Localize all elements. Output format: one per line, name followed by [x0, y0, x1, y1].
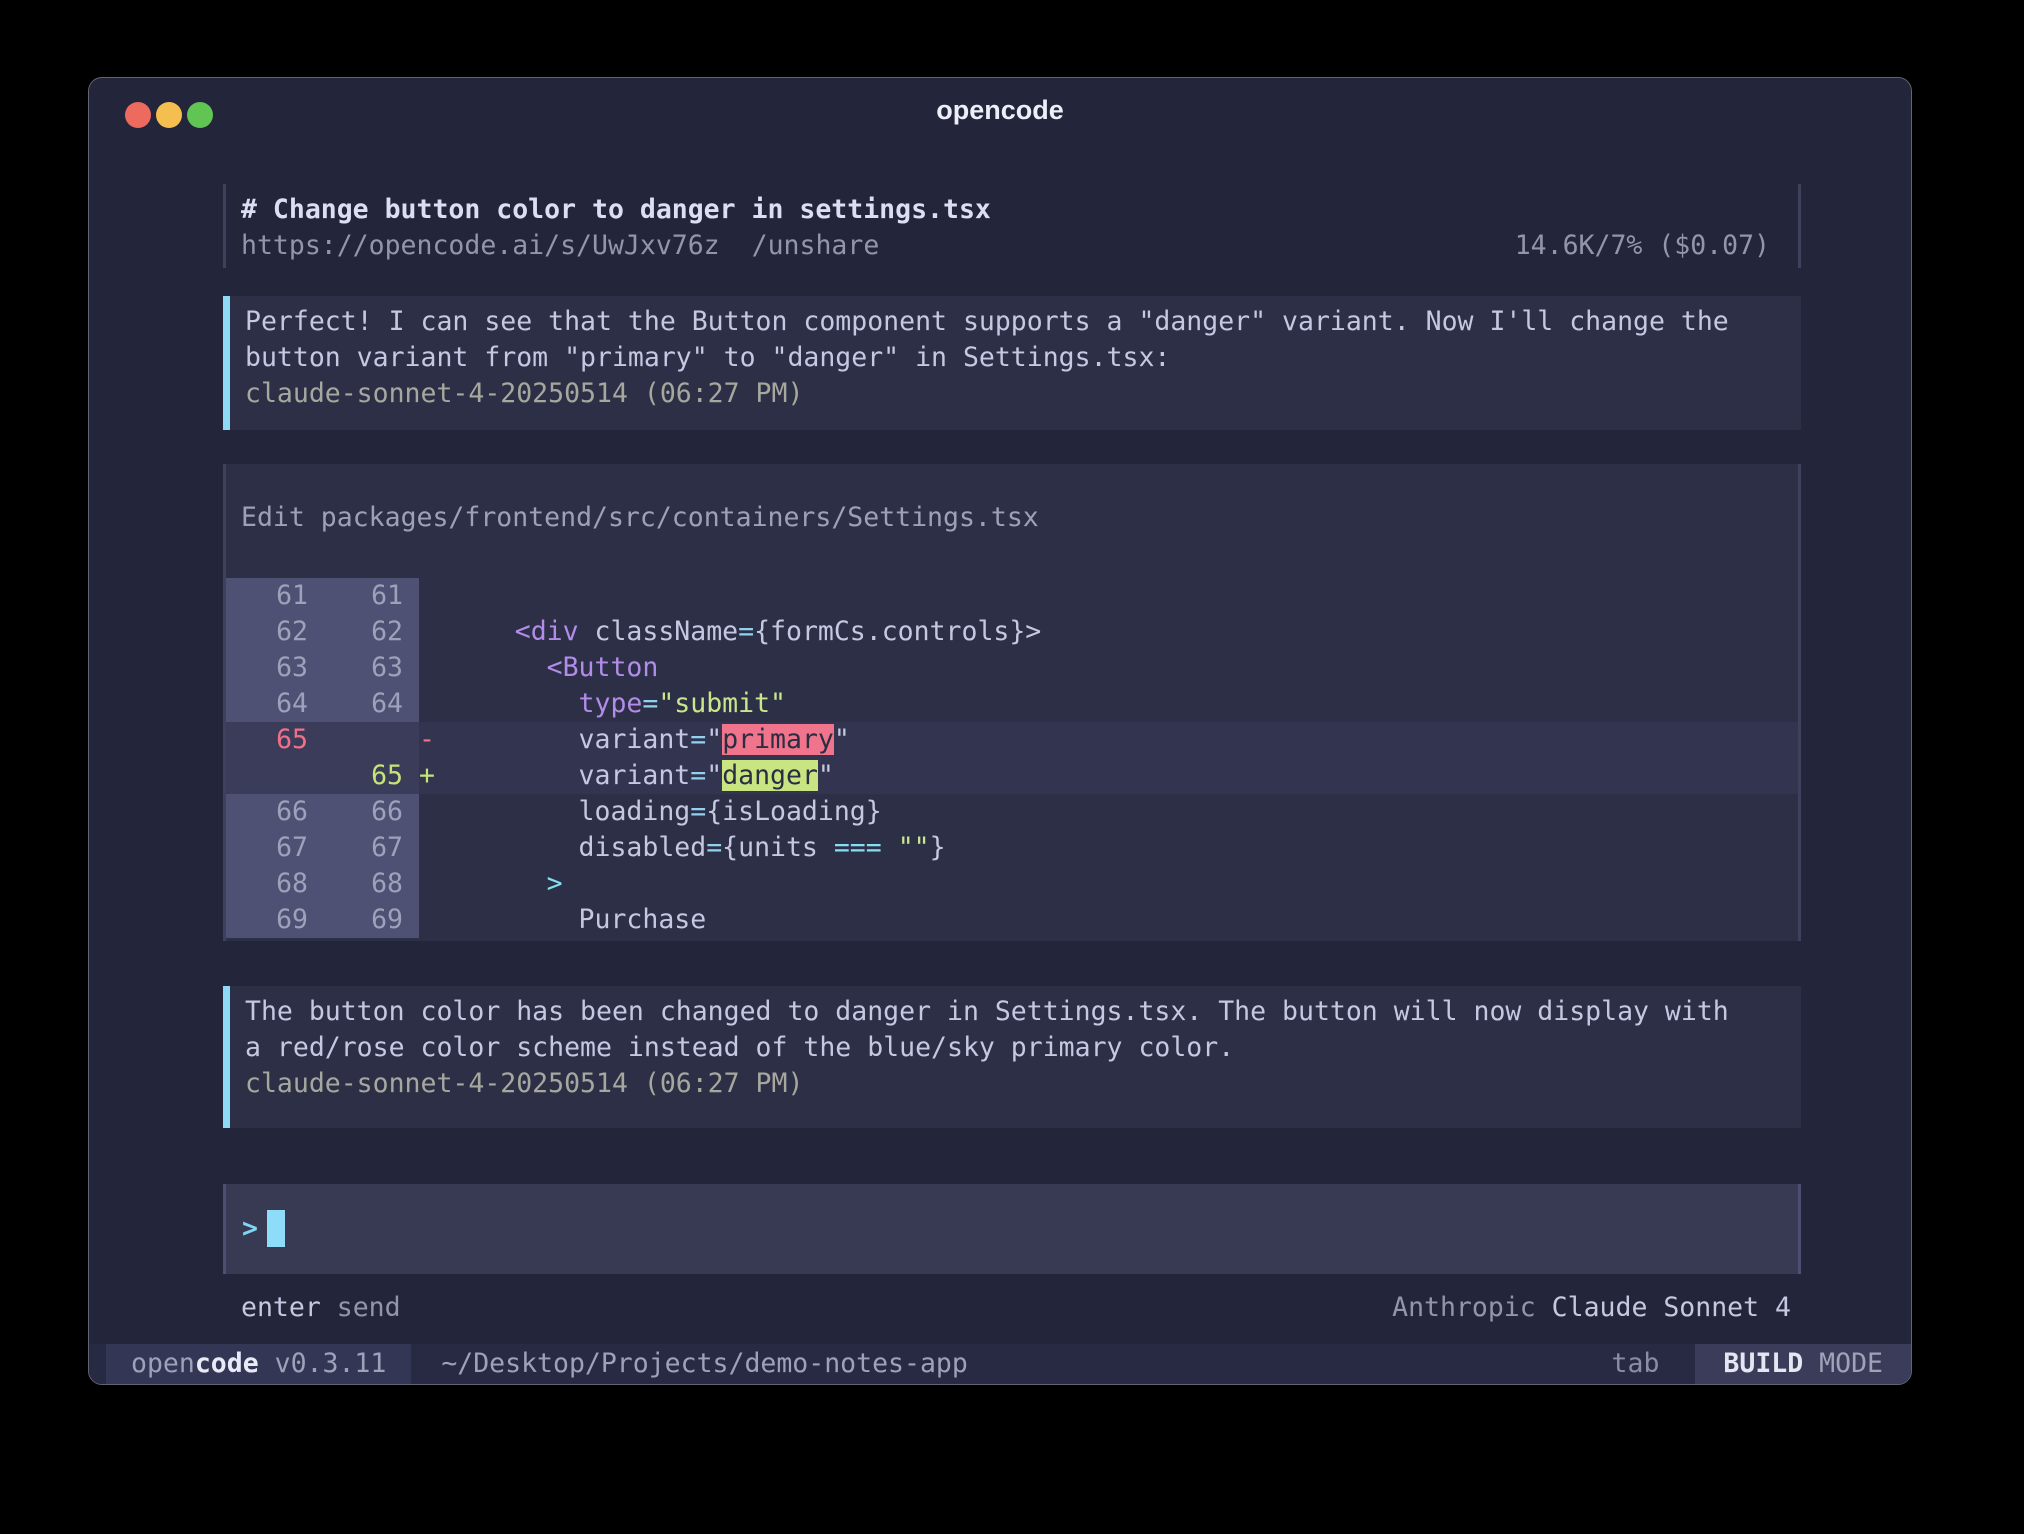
text-cursor — [267, 1210, 285, 1247]
diff-code-line: + variant="danger" — [419, 758, 1798, 794]
old-line-number: 61 — [226, 578, 322, 614]
new-line-number: 64 — [322, 686, 419, 722]
old-line-number: 62 — [226, 614, 322, 650]
diff-code-line: <Button — [419, 650, 1798, 686]
edit-action: Edit — [241, 502, 305, 533]
prompt-input[interactable]: > — [223, 1184, 1801, 1274]
model-label: Claude Sonnet 4 — [1552, 1292, 1791, 1323]
hint-bar: enter send Anthropic Claude Sonnet 4 — [223, 1290, 1801, 1326]
new-line-number: 65 — [322, 758, 419, 794]
diff-row: 6363 <Button — [226, 650, 1798, 686]
opencode-window: opencode # Change button color to danger… — [88, 77, 1912, 1385]
old-line-number: 63 — [226, 650, 322, 686]
old-line-number: 66 — [226, 794, 322, 830]
tab-key-hint[interactable]: tab — [1612, 1344, 1660, 1384]
model-timestamp: claude-sonnet-4-20250514 (06:27 PM) — [245, 376, 1781, 412]
diff: 6161 6262 <div className={formCs.control… — [226, 578, 1798, 938]
diff-code-line — [419, 578, 1798, 614]
old-line-number: 64 — [226, 686, 322, 722]
diff-row: 6161 — [226, 578, 1798, 614]
diff-code-line: type="submit" — [419, 686, 1798, 722]
old-line-number — [226, 758, 322, 794]
new-line-number: 62 — [322, 614, 419, 650]
diff-row: 65 - variant="primary" — [226, 722, 1798, 758]
window-title: opencode — [89, 78, 1911, 142]
assistant-message[interactable]: Perfect! I can see that the Button compo… — [223, 296, 1801, 430]
diff-row: 6666 loading={isLoading} — [226, 794, 1798, 830]
new-line-number: 67 — [322, 830, 419, 866]
status-bar: opencode v0.3.11 ~/Desktop/Projects/demo… — [89, 1344, 1911, 1384]
diff-code-line: <div className={formCs.controls}> — [419, 614, 1798, 650]
old-line-number: 67 — [226, 830, 322, 866]
session-header: # Change button color to danger in setti… — [223, 184, 1801, 268]
enter-key-hint: enter — [241, 1292, 321, 1323]
message-text: Perfect! I can see that the Button compo… — [245, 304, 1781, 340]
title-bar: opencode — [89, 78, 1911, 142]
new-line-number: 66 — [322, 794, 419, 830]
edit-file-path: packages/frontend/src/containers/Setting… — [321, 502, 1039, 533]
working-directory: ~/Desktop/Projects/demo-notes-app — [441, 1344, 968, 1384]
diff-code-line: loading={isLoading} — [419, 794, 1798, 830]
new-line-number: 61 — [322, 578, 419, 614]
prompt-symbol: > — [242, 1210, 258, 1247]
edit-tool-card: Edit packages/frontend/src/containers/Se… — [223, 464, 1801, 941]
assistant-message[interactable]: The button color has been changed to dan… — [223, 986, 1801, 1128]
session-title: # Change button color to danger in setti… — [241, 192, 1770, 228]
new-line-number: 68 — [322, 866, 419, 902]
model-timestamp: claude-sonnet-4-20250514 (06:27 PM) — [245, 1066, 1781, 1102]
new-line-number: 63 — [322, 650, 419, 686]
mode-indicator[interactable]: BUILD MODE — [1695, 1344, 1911, 1384]
diff-row: 6767 disabled={units === ""} — [226, 830, 1798, 866]
send-action-label: send — [337, 1292, 401, 1323]
diff-code-line: disabled={units === ""} — [419, 830, 1798, 866]
old-line-number: 69 — [226, 902, 322, 938]
diff-row: 6262 <div className={formCs.controls}> — [226, 614, 1798, 650]
new-line-number — [322, 722, 419, 758]
edit-file-header: Edit packages/frontend/src/containers/Se… — [241, 500, 1039, 536]
diff-code-line: Purchase — [419, 902, 1798, 938]
app-version-pill: opencode v0.3.11 — [106, 1344, 411, 1384]
screen: opencode # Change button color to danger… — [0, 0, 2024, 1534]
diff-code-line: - variant="primary" — [419, 722, 1798, 758]
diff-row: 6868 > — [226, 866, 1798, 902]
token-usage: 14.6K/7% ($0.07) — [1515, 228, 1770, 264]
old-line-number: 68 — [226, 866, 322, 902]
diff-row: 6969 Purchase — [226, 902, 1798, 938]
message-text: button variant from "primary" to "danger… — [245, 340, 1781, 376]
message-text: The button color has been changed to dan… — [245, 994, 1781, 1030]
diff-code-line: > — [419, 866, 1798, 902]
message-text: a red/rose color scheme instead of the b… — [245, 1030, 1781, 1066]
share-url[interactable]: https://opencode.ai/s/UwJxv76z — [241, 228, 720, 264]
diff-row: 65+ variant="danger" — [226, 758, 1798, 794]
diff-row: 6464 type="submit" — [226, 686, 1798, 722]
unshare-command: /unshare — [752, 228, 880, 264]
new-line-number: 69 — [322, 902, 419, 938]
old-line-number: 65 — [226, 722, 322, 758]
provider-label: Anthropic — [1392, 1292, 1536, 1323]
